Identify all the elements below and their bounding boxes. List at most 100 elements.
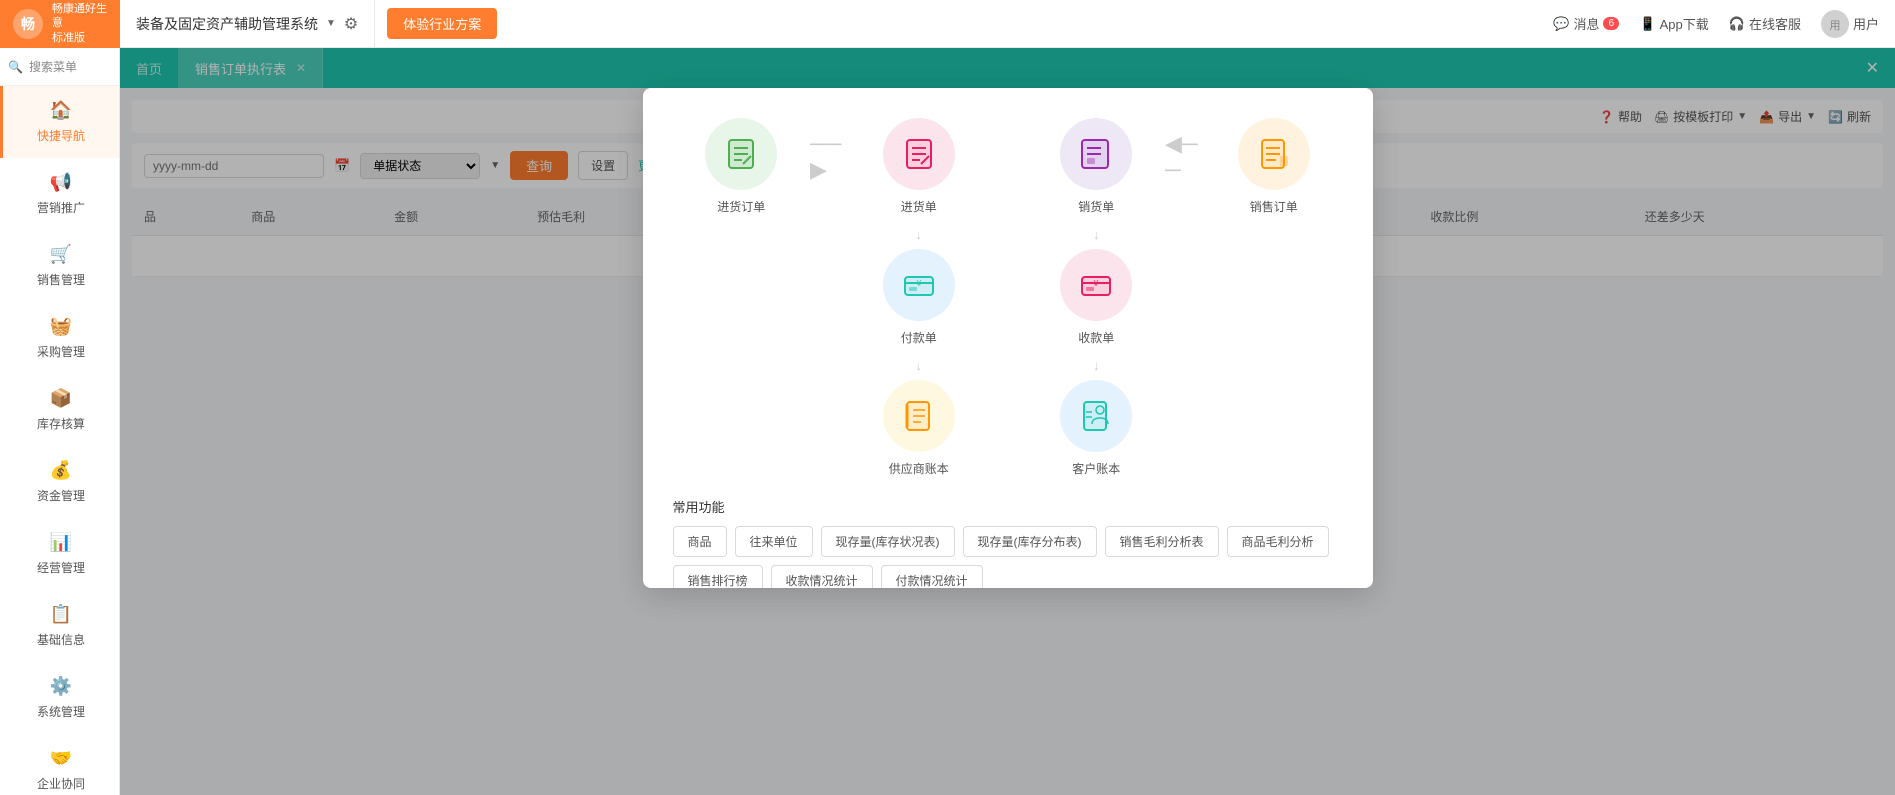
- down-arrow-4: ↓: [1028, 358, 1166, 373]
- flow-node-payment-bill[interactable]: ¥ 付款单: [850, 249, 988, 346]
- down-arrow-3: ↓: [850, 358, 988, 373]
- system-title-area: 装备及固定资产辅助管理系统 ▼ ⚙: [120, 0, 375, 48]
- system-icon: ⚙️: [50, 676, 72, 697]
- sidebar-label-operations: 经营管理: [37, 559, 85, 576]
- func-btn-receipt-stats[interactable]: 收款情况统计: [771, 565, 873, 588]
- app-download-btn[interactable]: 📱 App下载: [1639, 14, 1708, 33]
- sidebar-label-finance: 资金管理: [37, 487, 85, 504]
- flow-node-sales-order[interactable]: 销售订单: [1205, 118, 1343, 215]
- logo-area: 畅 畅康通好生意 标准版: [0, 0, 120, 48]
- search-icon: 🔍: [8, 60, 23, 74]
- sidebar-label-marketing: 营销推广: [37, 199, 85, 216]
- sidebar-label-basic-info: 基础信息: [37, 631, 85, 648]
- flow-node-supplier-ledger[interactable]: 供应商账本: [850, 380, 988, 477]
- finance-icon: 💰: [50, 460, 72, 481]
- sidebar-item-operations[interactable]: 📊 经营管理: [0, 518, 119, 590]
- purchase-order-label: 进货订单: [717, 198, 765, 215]
- receipt-bill-circle[interactable]: ¥: [1060, 249, 1132, 321]
- svg-text:¥: ¥: [916, 279, 922, 288]
- purchase-bill-circle[interactable]: [883, 118, 955, 190]
- func-buttons-row2: 销售排行榜 收款情况统计 付款情况统计: [673, 565, 1343, 588]
- logo-text: 畅康通好生意 标准版: [52, 2, 108, 45]
- online-service-btn[interactable]: 🎧 在线客服: [1729, 14, 1801, 33]
- supplier-ledger-circle[interactable]: [883, 380, 955, 452]
- home-icon: 🏠: [50, 100, 72, 121]
- func-btn-sales-rank[interactable]: 销售排行榜: [673, 565, 763, 588]
- flow-node-sales-bill[interactable]: 销货单: [1028, 118, 1166, 215]
- download-icon: 📱: [1639, 16, 1655, 32]
- operations-icon: 📊: [50, 532, 72, 553]
- func-btn-counterparty[interactable]: 往来单位: [735, 526, 813, 557]
- spacer-1: [988, 157, 1028, 177]
- sales-icon: 🛒: [50, 244, 72, 265]
- modal-box: 进货订单 ─ ─ ▶ 进货单: [643, 88, 1373, 588]
- purchase-order-circle[interactable]: [705, 118, 777, 190]
- message-badge: 6: [1603, 17, 1619, 30]
- system-title-dropdown[interactable]: ▼: [326, 18, 336, 29]
- avatar: 用: [1821, 10, 1849, 38]
- flow-node-purchase-bill[interactable]: 进货单: [850, 118, 988, 215]
- sales-order-circle[interactable]: [1238, 118, 1310, 190]
- sidebar-item-basic-info[interactable]: 📋 基础信息: [0, 590, 119, 662]
- sales-bill-label: 销货单: [1078, 198, 1114, 215]
- func-btn-product[interactable]: 商品: [673, 526, 727, 557]
- down-arrow-2: ↓: [1028, 227, 1166, 242]
- experience-btn[interactable]: 体验行业方案: [387, 8, 497, 39]
- sidebar-label-sales: 销售管理: [37, 271, 85, 288]
- online-service-label: 在线客服: [1749, 14, 1801, 33]
- svg-text:用: 用: [1829, 20, 1840, 32]
- message-btn[interactable]: 💬 消息 6: [1553, 14, 1619, 33]
- customer-ledger-label: 客户账本: [1072, 460, 1120, 477]
- sidebar-label-system: 系统管理: [37, 703, 85, 720]
- purchase-bill-label: 进货单: [901, 198, 937, 215]
- sales-bill-circle[interactable]: [1060, 118, 1132, 190]
- flow-node-purchase-order[interactable]: 进货订单: [673, 118, 811, 215]
- settings-icon[interactable]: ⚙: [344, 14, 358, 34]
- func-btn-payment-stats[interactable]: 付款情况统计: [881, 565, 983, 588]
- common-functions-title: 常用功能: [673, 497, 1343, 516]
- customer-ledger-circle[interactable]: [1060, 380, 1132, 452]
- sidebar-item-inventory[interactable]: 📦 库存核算: [0, 374, 119, 446]
- sidebar-item-system[interactable]: ⚙️ 系统管理: [0, 662, 119, 734]
- top-header: 畅 畅康通好生意 标准版 装备及固定资产辅助管理系统 ▼ ⚙ 体验行业方案 💬 …: [0, 0, 1895, 48]
- user-menu[interactable]: 用 用户: [1821, 10, 1879, 38]
- svg-text:¥: ¥: [1093, 279, 1099, 288]
- message-icon: 💬: [1553, 16, 1569, 32]
- sidebar-item-finance[interactable]: 💰 资金管理: [0, 446, 119, 518]
- sidebar-item-enterprise[interactable]: 🤝 企业协同: [0, 734, 119, 795]
- basic-info-icon: 📋: [50, 604, 72, 625]
- sidebar-label-inventory: 库存核算: [37, 415, 85, 432]
- sidebar-search[interactable]: 🔍 搜索菜单: [0, 48, 119, 86]
- marketing-icon: 📢: [50, 172, 72, 193]
- flow-node-receipt-bill[interactable]: ¥ 收款单: [1028, 249, 1166, 346]
- sidebar: 🔍 搜索菜单 🏠 快捷导航 📢 营销推广 🛒 销售管理 🧺 采购管理 📦 库存核…: [0, 48, 120, 795]
- arrow-1: ─ ─ ▶: [810, 131, 850, 203]
- payment-bill-circle[interactable]: ¥: [883, 249, 955, 321]
- header-right: 💬 消息 6 📱 App下载 🎧 在线客服 用 用户: [1553, 10, 1879, 38]
- func-btn-stock-status[interactable]: 现存量(库存状况表): [821, 526, 955, 557]
- sidebar-label-purchase: 采购管理: [37, 343, 85, 360]
- func-btn-product-profit[interactable]: 商品毛利分析: [1227, 526, 1329, 557]
- sales-order-label: 销售订单: [1250, 198, 1298, 215]
- enterprise-icon: 🤝: [50, 748, 72, 769]
- sidebar-item-sales[interactable]: 🛒 销售管理: [0, 230, 119, 302]
- down-arrow-1: ↓: [850, 227, 988, 242]
- sidebar-item-marketing[interactable]: 📢 营销推广: [0, 158, 119, 230]
- search-label: 搜索菜单: [29, 58, 77, 75]
- system-title-text: 装备及固定资产辅助管理系统: [136, 14, 318, 34]
- user-label: 用户: [1853, 14, 1879, 33]
- sidebar-item-purchase[interactable]: 🧺 采购管理: [0, 302, 119, 374]
- sidebar-item-quick-nav[interactable]: 🏠 快捷导航: [0, 86, 119, 158]
- func-btn-sales-profit[interactable]: 销售毛利分析表: [1105, 526, 1219, 557]
- message-label: 消息: [1573, 14, 1599, 33]
- purchase-icon: 🧺: [50, 316, 72, 337]
- flow-node-customer-ledger[interactable]: 客户账本: [1028, 380, 1166, 477]
- common-functions: 常用功能 商品 往来单位 现存量(库存状况表) 现存量(库存分布表) 销售毛利分…: [673, 497, 1343, 588]
- func-btn-stock-dist[interactable]: 现存量(库存分布表): [963, 526, 1097, 557]
- inventory-icon: 📦: [50, 388, 72, 409]
- receipt-bill-label: 收款单: [1078, 329, 1114, 346]
- arrow-2: ◀ ─ ─: [1165, 131, 1205, 203]
- supplier-ledger-label: 供应商账本: [889, 460, 949, 477]
- sidebar-label-enterprise: 企业协同: [37, 775, 85, 792]
- modal-overlay[interactable]: 进货订单 ─ ─ ▶ 进货单: [120, 48, 1895, 795]
